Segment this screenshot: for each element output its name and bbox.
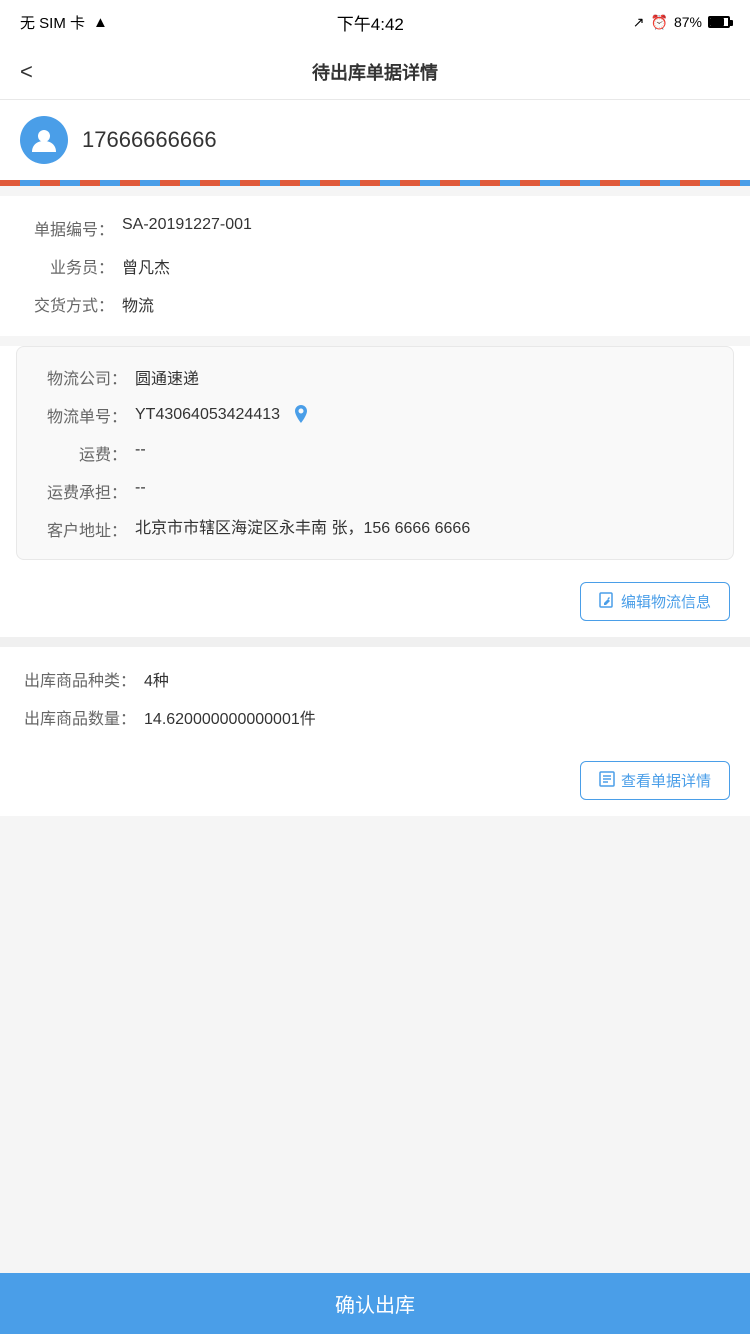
- view-details-button[interactable]: 查看单据详情: [580, 761, 730, 800]
- carrier-text: 无 SIM 卡: [20, 12, 85, 33]
- battery-text: 87%: [674, 14, 702, 30]
- address-row: 客户地址： 北京市市辖区海淀区永丰南 张，156 6666 6666: [37, 517, 713, 541]
- nav-bar: < 待出库单据详情: [0, 44, 750, 100]
- tracking-number-text: YT43064053424413: [135, 406, 280, 424]
- address-label: 客户地址：: [37, 517, 127, 541]
- view-details-wrapper: 查看单据详情: [0, 749, 750, 816]
- dashed-divider: [0, 180, 750, 186]
- order-no-row: 单据编号： SA-20191227-001: [24, 216, 726, 240]
- location-icon[interactable]: [290, 403, 314, 427]
- outbound-section: 出库商品种类： 4种 出库商品数量： 14.620000000000001件: [0, 647, 750, 749]
- order-info-section: 单据编号： SA-20191227-001 业务员： 曾凡杰 交货方式： 物流: [0, 196, 750, 336]
- address-value: 北京市市辖区海淀区永丰南 张，156 6666 6666: [135, 517, 713, 541]
- tracking-no-value: YT43064053424413: [135, 403, 713, 427]
- alarm-icon: ⏰: [651, 14, 668, 31]
- status-left: 无 SIM 卡 ▲: [20, 12, 108, 33]
- outbound-quantity-row: 出库商品数量： 14.620000000000001件: [24, 705, 726, 729]
- customer-header: 17666666666: [0, 100, 750, 180]
- confirm-button-wrapper[interactable]: 确认出库: [0, 1273, 750, 1334]
- logistics-company-row: 物流公司： 圆通速递: [37, 365, 713, 389]
- freight-row: 运费： --: [37, 441, 713, 465]
- back-button[interactable]: <: [12, 51, 41, 93]
- edit-logistics-button[interactable]: 编辑物流信息: [580, 582, 730, 621]
- content-spacer: [0, 816, 750, 1016]
- outbound-type-label: 出库商品种类：: [24, 667, 136, 691]
- delivery-method-row: 交货方式： 物流: [24, 292, 726, 316]
- outbound-quantity-label: 出库商品数量：: [24, 705, 136, 729]
- avatar: [20, 116, 68, 164]
- details-icon: [599, 771, 615, 791]
- freight-label: 运费：: [37, 441, 127, 465]
- outbound-type-row: 出库商品种类： 4种: [24, 667, 726, 691]
- edit-logistics-label: 编辑物流信息: [621, 591, 711, 612]
- status-bar: 无 SIM 卡 ▲ 下午4:42 ↗ ⏰ 87%: [0, 0, 750, 44]
- sales-person-row: 业务员： 曾凡杰: [24, 254, 726, 278]
- edit-icon: [599, 592, 615, 612]
- customer-phone: 17666666666: [82, 127, 217, 153]
- edit-logistics-wrapper: 编辑物流信息: [0, 570, 750, 637]
- order-no-label: 单据编号：: [24, 216, 114, 240]
- section-divider-1: [0, 637, 750, 647]
- logistics-wrapper: 物流公司： 圆通速递 物流单号： YT43064053424413 运费： --: [0, 346, 750, 637]
- logistics-company-value: 圆通速递: [135, 365, 713, 389]
- delivery-method-label: 交货方式：: [24, 292, 114, 316]
- order-no-value: SA-20191227-001: [122, 216, 726, 234]
- tracking-no-label: 物流单号：: [37, 403, 127, 427]
- freight-bear-value: --: [135, 479, 713, 497]
- delivery-method-value: 物流: [122, 292, 726, 316]
- tracking-no-row: 物流单号： YT43064053424413: [37, 403, 713, 427]
- logistics-company-label: 物流公司：: [37, 365, 127, 389]
- freight-bear-label: 运费承担：: [37, 479, 127, 503]
- sales-person-label: 业务员：: [24, 254, 114, 278]
- wifi-icon: ▲: [93, 14, 108, 31]
- logistics-card: 物流公司： 圆通速递 物流单号： YT43064053424413 运费： --: [16, 346, 734, 560]
- confirm-outbound-button[interactable]: 确认出库: [0, 1289, 750, 1318]
- outbound-type-value: 4种: [144, 667, 726, 691]
- freight-value: --: [135, 441, 713, 459]
- page-title: 待出库单据详情: [312, 59, 438, 85]
- sales-person-value: 曾凡杰: [122, 254, 726, 278]
- battery-icon: [708, 16, 730, 28]
- view-details-label: 查看单据详情: [621, 770, 711, 791]
- location-icon: ↗: [633, 14, 645, 31]
- outbound-quantity-value: 14.620000000000001件: [144, 705, 726, 729]
- freight-bear-row: 运费承担： --: [37, 479, 713, 503]
- status-right: ↗ ⏰ 87%: [633, 14, 730, 31]
- status-time: 下午4:42: [337, 10, 404, 35]
